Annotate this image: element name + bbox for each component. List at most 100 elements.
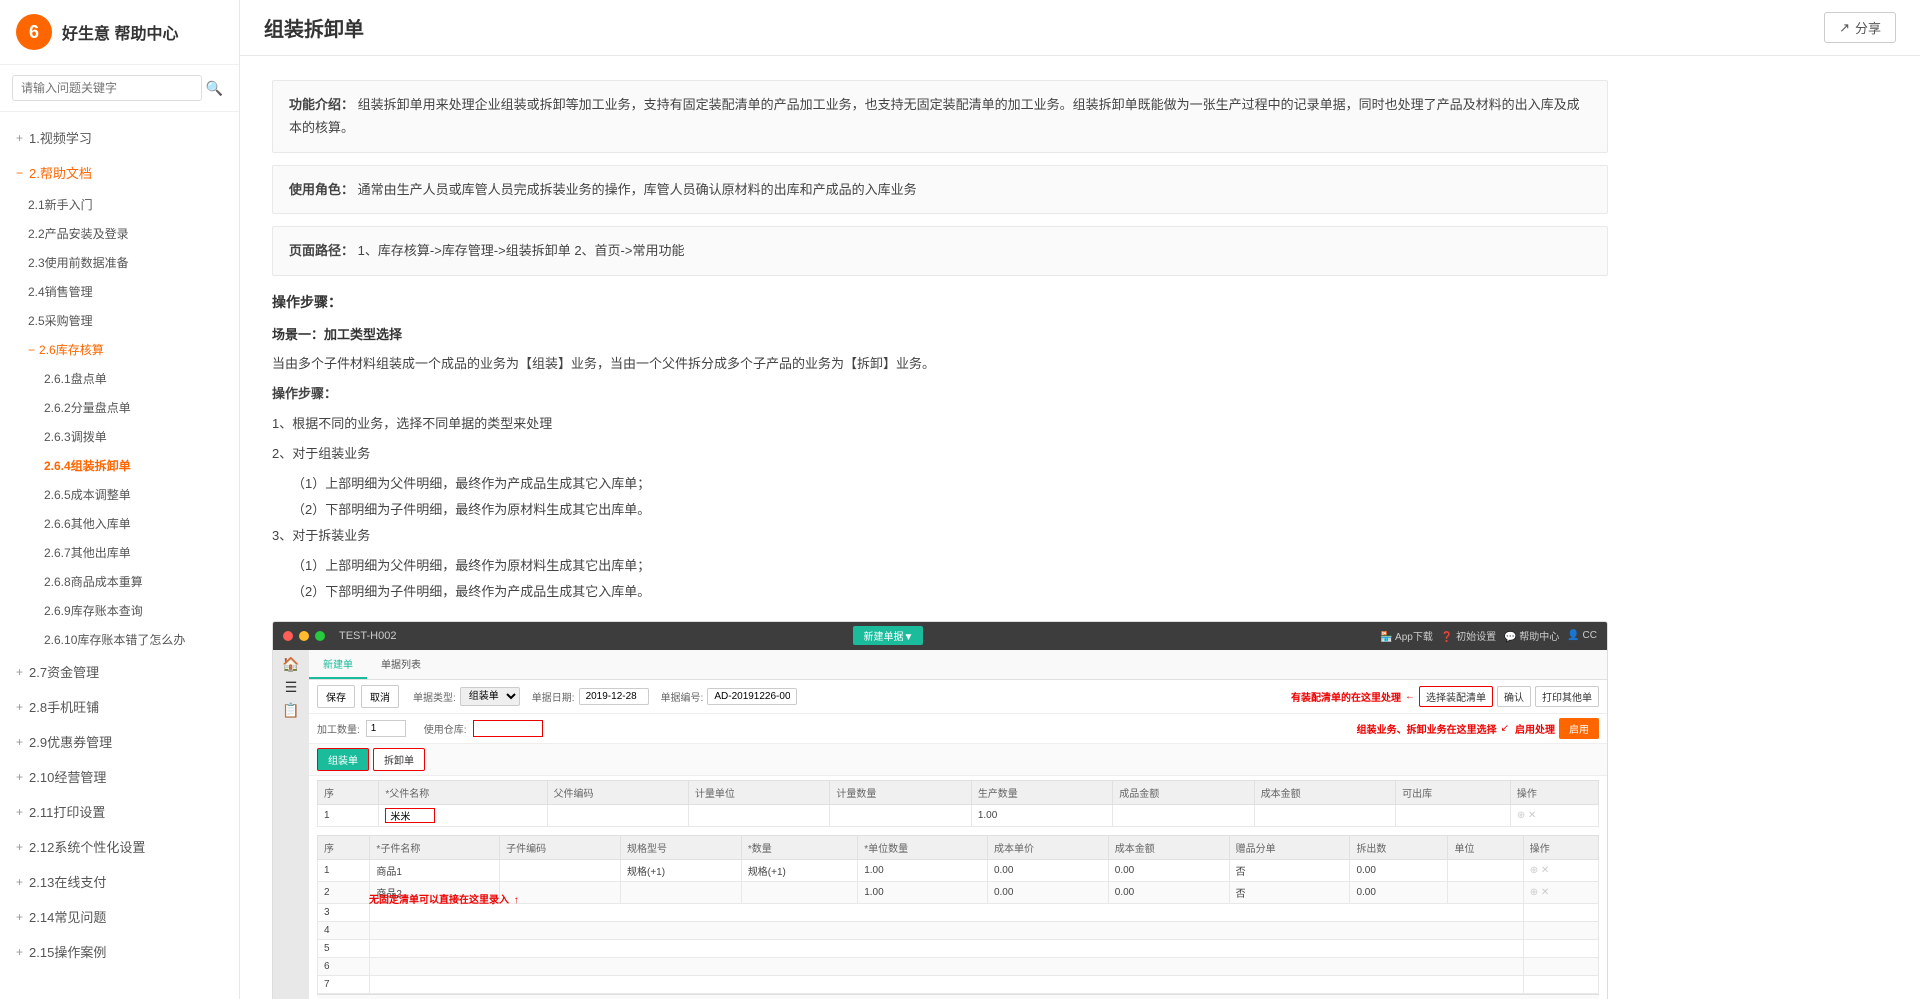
search-button[interactable]: 🔍 — [202, 80, 227, 97]
sim-ch-1: *子件名称 — [370, 835, 500, 859]
sim-child-spec1-1: 规格(+1) — [620, 859, 741, 881]
sim-ch-10: 单位 — [1448, 835, 1523, 859]
sidebar-item-online-pay[interactable]: + 2.13在线支付 — [0, 864, 239, 899]
sim-form-fields: 单据类型: 组装单 单据日期: 单据编号: — [413, 687, 797, 706]
share-button[interactable]: ↗ 分享 — [1824, 12, 1896, 43]
sidebar-item-cost-recalc[interactable]: 2.6.8商品成本重算 — [0, 567, 239, 596]
sim-tab-list[interactable]: 单据列表 — [367, 650, 435, 679]
sim-enable-btn[interactable]: 启用 — [1559, 718, 1599, 739]
sim-child-seq-1: 1 — [318, 859, 370, 881]
sim-ch-ops: 操作 — [1523, 835, 1598, 859]
sim-ch-0: 序 — [318, 835, 370, 859]
sidebar-item-stocktake[interactable]: 2.6.1盘点单 — [0, 364, 239, 393]
sidebar-item-purchase[interactable]: 2.5采购管理 — [0, 306, 239, 335]
sim-field-no-label: 单据编号: — [661, 689, 704, 704]
sim-type-select[interactable]: 组装单 — [460, 687, 520, 706]
sidebar-item-partial-stocktake[interactable]: 2.6.2分量盘点单 — [0, 393, 239, 422]
sim-child-copy-2[interactable]: ⊕ — [1530, 887, 1538, 898]
sidebar-item-inventory-error[interactable]: 2.6.10库存账本错了怎么办 — [0, 625, 239, 654]
sim-side-icons: 🏠 ☰ 📋 — [273, 650, 309, 999]
sidebar-item-help-docs[interactable]: − 2.帮助文档 — [0, 155, 239, 190]
path-label: 页面路径： — [289, 243, 354, 258]
table-row: 7 — [318, 975, 1599, 993]
sidebar-item-video[interactable]: + 1.视频学习 — [0, 120, 239, 155]
sim-child-price-2: 0.00 — [987, 881, 1108, 903]
sidebar-item-cash[interactable]: + 2.7资金管理 — [0, 654, 239, 689]
sidebar-item-label: 2.11打印设置 — [29, 802, 105, 821]
sidebar-item-new-user[interactable]: 2.1新手入门 — [0, 190, 239, 219]
sim-child-ops-6 — [1523, 957, 1598, 975]
sidebar-item-label: 2.9优惠券管理 — [29, 732, 112, 751]
sim-child-del-1[interactable]: ✕ — [1541, 865, 1549, 876]
sim-tab-new[interactable]: 新建单 — [309, 650, 367, 679]
sim-cancel-btn[interactable]: 取消 — [361, 685, 399, 708]
sim-child-gift-1: 否 — [1229, 859, 1350, 881]
sim-child-qty-2: 1.00 — [858, 881, 988, 903]
sidebar-item-label: 2.6.4组装拆卸单 — [44, 457, 131, 474]
sim-bom-select-btn[interactable]: 选择装配清单 — [1419, 686, 1493, 707]
sim-child-copy-1[interactable]: ⊕ — [1530, 865, 1538, 876]
sim-menu-icon[interactable]: ☰ — [285, 679, 298, 696]
sidebar-item-label: 2.3使用前数据准备 — [28, 254, 129, 271]
sim-field-type-label: 单据类型: — [413, 689, 456, 704]
sidebar-item-faq[interactable]: + 2.14常见问题 — [0, 899, 239, 934]
sidebar-item-customize[interactable]: + 2.12系统个性化设置 — [0, 829, 239, 864]
sim-row-copy-icon[interactable]: ⊕ — [1517, 810, 1525, 821]
sidebar-item-label: 2.12系统个性化设置 — [29, 837, 145, 856]
sim-date-input[interactable] — [579, 688, 649, 705]
logo-text: 好生意 帮助中心 — [62, 20, 178, 44]
sim-new-bill-btn[interactable]: 新建单据▼ — [853, 626, 923, 645]
sim-app-body: 🏠 ☰ 📋 新建单 单据列表 — [273, 650, 1607, 999]
screenshot-wrapper: TEST-H002 新建单据▼ 🏪 App下载 ❓ 初始设置 💬 帮助中心 👤 … — [273, 622, 1607, 999]
sim-home-icon[interactable]: 🏠 — [282, 656, 299, 673]
sim-save-btn[interactable]: 保存 — [317, 685, 355, 708]
sim-type-row-label: 加工数量: — [317, 721, 360, 736]
sim-list-icon[interactable]: 📋 — [282, 702, 299, 719]
sidebar-item-label: 2.6.6其他入库单 — [44, 515, 131, 532]
sidebar-item-label: 2.7资金管理 — [29, 662, 99, 681]
sim-child-ops-3 — [1523, 903, 1598, 921]
sim-child-name-1: 商品1 — [370, 859, 500, 881]
sim-disassembly-tab[interactable]: 拆卸单 — [373, 748, 425, 771]
sim-th-ops: 操作 — [1510, 780, 1598, 804]
sim-row-del-icon[interactable]: ✕ — [1528, 810, 1536, 821]
sidebar-item-install[interactable]: 2.2产品安装及登录 — [0, 219, 239, 248]
sim-annotation3-text: 启用处理 — [1515, 721, 1555, 736]
sidebar-item-label: 2.13在线支付 — [29, 872, 106, 891]
share-icon: ↗ — [1839, 20, 1850, 36]
table-row: 4 — [318, 921, 1599, 939]
sidebar-item-assembly[interactable]: 2.6.4组装拆卸单 — [0, 451, 239, 480]
sim-assembly-tab[interactable]: 组装单 — [317, 748, 369, 771]
sim-child-amt-2: 0.00 — [1108, 881, 1229, 903]
sidebar-item-mobile[interactable]: + 2.8手机旺铺 — [0, 689, 239, 724]
sidebar-item-sales[interactable]: 2.4销售管理 — [0, 277, 239, 306]
expand-icon: + — [16, 805, 23, 819]
sidebar-item-transfer[interactable]: 2.6.3调拨单 — [0, 422, 239, 451]
intro-label: 功能介绍： — [289, 97, 354, 112]
sim-qty-input[interactable] — [366, 720, 406, 737]
sim-no-input[interactable] — [707, 688, 797, 705]
search-input[interactable] — [12, 75, 202, 101]
sidebar-item-other-out[interactable]: 2.6.7其他出库单 — [0, 538, 239, 567]
sidebar-item-cases[interactable]: + 2.15操作案例 — [0, 934, 239, 969]
sidebar-item-inventory-check[interactable]: 2.6.9库存账本查询 — [0, 596, 239, 625]
sim-confirm-btn[interactable]: 确认 — [1497, 686, 1531, 707]
step3-1: （1）上部明细为父件明细，最终作为原材料生成其它出库单； — [272, 553, 1608, 579]
sim-warehouse-input[interactable] — [473, 720, 543, 737]
sidebar-item-other-in[interactable]: 2.6.6其他入库单 — [0, 509, 239, 538]
sidebar-item-coupon[interactable]: + 2.9优惠券管理 — [0, 724, 239, 759]
sim-child-spec2-2 — [741, 881, 857, 903]
sim-child-empty-4 — [370, 921, 1523, 939]
sim-ch-4: *数量 — [741, 835, 857, 859]
sim-child-del-2[interactable]: ✕ — [1541, 887, 1549, 898]
sidebar-item-operation[interactable]: + 2.10经营管理 — [0, 759, 239, 794]
sim-parent-name-input[interactable] — [385, 808, 435, 823]
sim-annotation3-area: 启用处理 启用 — [1515, 718, 1599, 739]
sidebar-item-print[interactable]: + 2.11打印设置 — [0, 794, 239, 829]
sim-print-btn[interactable]: 打印其他单 — [1535, 686, 1599, 707]
sidebar-item-inventory[interactable]: − 2.6库存核算 — [0, 335, 239, 364]
sim-child-ops-7 — [1523, 975, 1598, 993]
sidebar-item-cost-adjust[interactable]: 2.6.5成本调整单 — [0, 480, 239, 509]
page-title: 组装拆卸单 — [264, 13, 364, 42]
sidebar-item-data-prep[interactable]: 2.3使用前数据准备 — [0, 248, 239, 277]
